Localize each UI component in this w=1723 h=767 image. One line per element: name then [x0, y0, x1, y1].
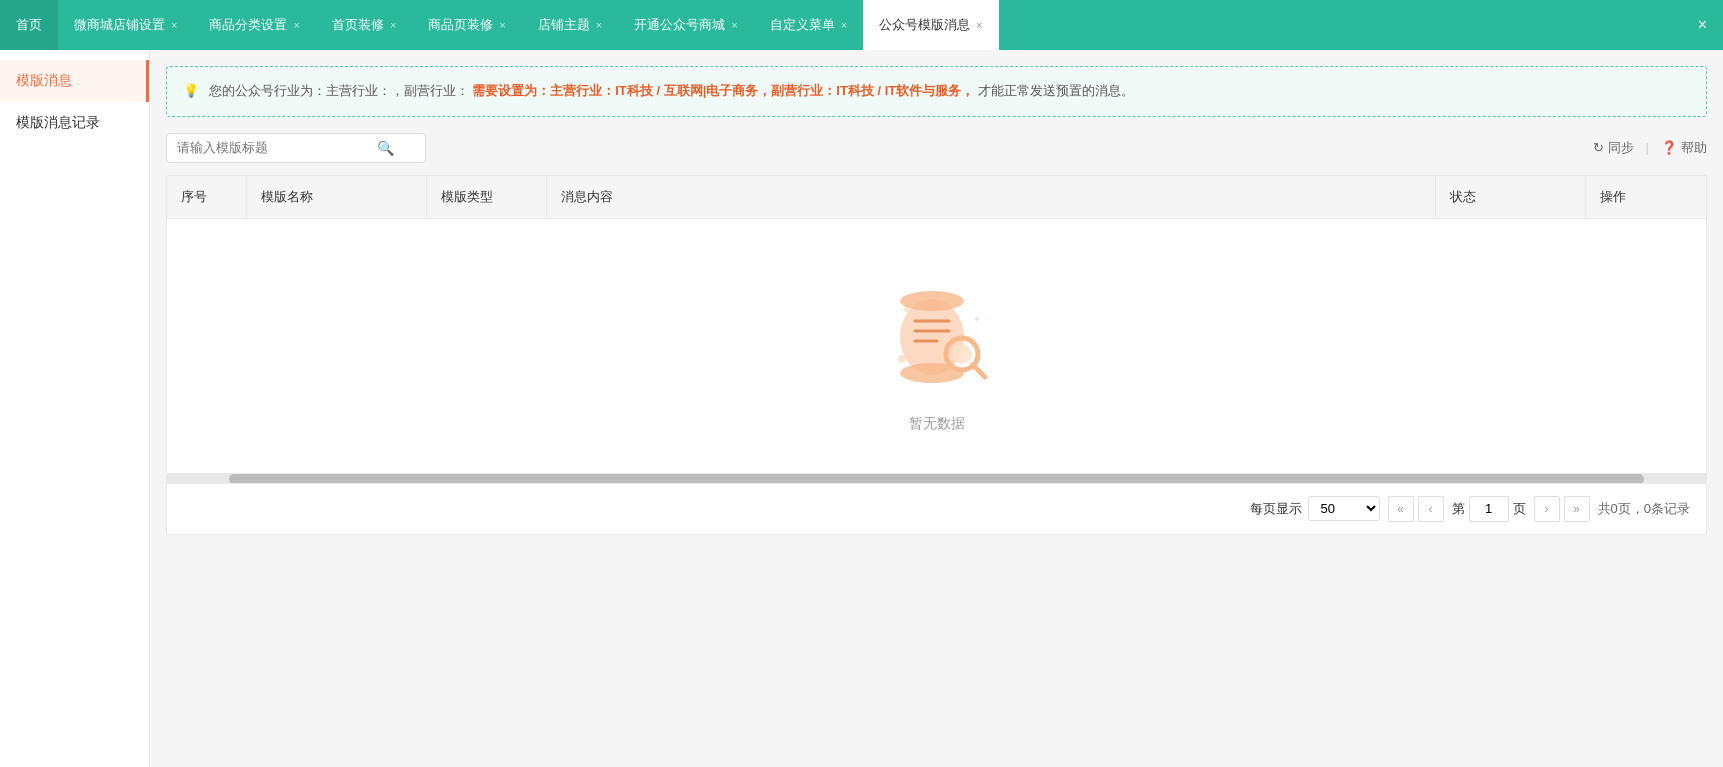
pagination: 每页显示 50 100 200 « ‹ 第 [167, 483, 1706, 534]
sidebar-item-template-msg-record[interactable]: 模版消息记录 [0, 102, 149, 144]
col-action: 操作 [1586, 176, 1706, 218]
bulb-icon: 💡 [183, 83, 199, 98]
svg-point-11 [898, 355, 906, 363]
table-wrapper: 序号 模版名称 模版类型 消息内容 状态 操作 [166, 175, 1707, 535]
notice-highlight: 需要设置为：主营行业：IT科技 / 互联网|电子商务，副营行业：IT科技 / I… [472, 83, 974, 98]
svg-point-9 [904, 306, 910, 312]
nav-item-home-decor[interactable]: 首页装修 × [316, 0, 412, 50]
main-content: 💡 您的公众号行业为：主营行业：，副营行业： 需要设置为：主营行业：IT科技 /… [150, 50, 1723, 767]
top-nav: 首页 微商城店铺设置 × 商品分类设置 × 首页装修 × 商品页装修 × 店铺主… [0, 0, 1723, 50]
sidebar: 模版消息 模版消息记录 [0, 50, 150, 767]
sidebar-item-template-msg[interactable]: 模版消息 [0, 60, 149, 102]
search-icon[interactable]: 🔍 [377, 140, 394, 156]
notice-box: 💡 您的公众号行业为：主营行业：，副营行业： 需要设置为：主营行业：IT科技 /… [166, 66, 1707, 117]
total-info: 共0页，0条记录 [1598, 500, 1690, 518]
next-page-icon: › [1545, 502, 1549, 516]
notice-suffix: 才能正常发送预置的消息。 [978, 83, 1134, 98]
first-page-button[interactable]: « [1388, 496, 1414, 522]
nav-label-custom-menu: 自定义菜单 [770, 16, 835, 34]
svg-point-7 [952, 344, 972, 364]
empty-state: 暂无数据 [167, 219, 1706, 473]
table-header: 序号 模版名称 模版类型 消息内容 状态 操作 [167, 176, 1706, 219]
toolbar: 🔍 ↻ 同步 | ❓ 帮助 [166, 133, 1707, 163]
pagination-nav-right: › » [1534, 496, 1590, 522]
main-layout: 模版消息 模版消息记录 💡 您的公众号行业为：主营行业：，副营行业： 需要设置为… [0, 50, 1723, 767]
toolbar-right: ↻ 同步 | ❓ 帮助 [1593, 139, 1707, 157]
last-page-button[interactable]: » [1564, 496, 1590, 522]
sidebar-label-template-msg: 模版消息 [16, 72, 72, 88]
nav-label-template-msg: 公众号模版消息 [879, 16, 970, 34]
nav-label-theme: 店铺主题 [538, 16, 590, 34]
sync-button[interactable]: ↻ 同步 [1593, 139, 1634, 157]
close-template-msg[interactable]: × [976, 19, 982, 31]
nav-item-product-decor[interactable]: 商品页装修 × [412, 0, 521, 50]
col-index: 序号 [167, 176, 247, 218]
nav-label-home: 首页 [16, 16, 42, 34]
prev-page-icon: ‹ [1429, 502, 1433, 516]
page-size-label: 每页显示 [1250, 500, 1302, 518]
close-home-decor[interactable]: × [390, 19, 396, 31]
page-size-select[interactable]: 50 100 200 [1308, 496, 1380, 521]
nav-item-theme[interactable]: 店铺主题 × [522, 0, 618, 50]
nav-item-home[interactable]: 首页 [0, 0, 58, 50]
page-suffix: 页 [1513, 500, 1526, 518]
nav-item-template-msg[interactable]: 公众号模版消息 × [863, 0, 998, 50]
first-page-icon: « [1397, 502, 1404, 516]
page-label: 第 [1452, 500, 1465, 518]
help-button[interactable]: ❓ 帮助 [1661, 139, 1707, 157]
nav-item-shop-settings[interactable]: 微商城店铺设置 × [58, 0, 193, 50]
empty-icon [877, 279, 997, 399]
close-open-wechat[interactable]: × [731, 19, 737, 31]
nav-label-category: 商品分类设置 [209, 16, 287, 34]
last-page-icon: » [1573, 502, 1580, 516]
sync-label: 同步 [1608, 139, 1634, 157]
notice-prefix: 您的公众号行业为：主营行业：，副营行业： [209, 83, 469, 98]
sync-icon: ↻ [1593, 140, 1604, 155]
close-shop-settings[interactable]: × [171, 19, 177, 31]
help-label: 帮助 [1681, 139, 1707, 157]
pagination-nav: « ‹ [1388, 496, 1444, 522]
close-custom-menu[interactable]: × [841, 19, 847, 31]
close-theme[interactable]: × [596, 19, 602, 31]
toolbar-divider: | [1646, 140, 1649, 155]
nav-label-home-decor: 首页装修 [332, 16, 384, 34]
global-close-button[interactable]: × [1682, 16, 1723, 34]
search-input[interactable] [177, 140, 377, 155]
col-status: 状态 [1436, 176, 1586, 218]
col-content: 消息内容 [547, 176, 1436, 218]
nav-item-open-wechat[interactable]: 开通公众号商城 × [618, 0, 753, 50]
close-category[interactable]: × [293, 19, 299, 31]
search-area[interactable]: 🔍 [166, 133, 426, 163]
help-icon: ❓ [1661, 140, 1677, 155]
empty-text: 暂无数据 [909, 415, 965, 433]
nav-label-product-decor: 商品页装修 [428, 16, 493, 34]
col-name: 模版名称 [247, 176, 427, 218]
close-product-decor[interactable]: × [499, 19, 505, 31]
page-size-area: 每页显示 50 100 200 [1250, 496, 1380, 521]
scroll-bar[interactable] [167, 473, 1706, 483]
global-close-icon: × [1698, 16, 1707, 33]
next-page-button[interactable]: › [1534, 496, 1560, 522]
nav-item-category[interactable]: 商品分类设置 × [193, 0, 315, 50]
page-input-area: 第 页 [1452, 496, 1526, 522]
sidebar-label-template-msg-record: 模版消息记录 [16, 114, 100, 130]
page-number-input[interactable] [1469, 496, 1509, 522]
svg-line-8 [973, 365, 985, 377]
prev-page-button[interactable]: ‹ [1418, 496, 1444, 522]
col-type: 模版类型 [427, 176, 547, 218]
svg-point-10 [975, 317, 979, 321]
nav-item-custom-menu[interactable]: 自定义菜单 × [754, 0, 863, 50]
nav-label-open-wechat: 开通公众号商城 [634, 16, 725, 34]
nav-label-shop-settings: 微商城店铺设置 [74, 16, 165, 34]
